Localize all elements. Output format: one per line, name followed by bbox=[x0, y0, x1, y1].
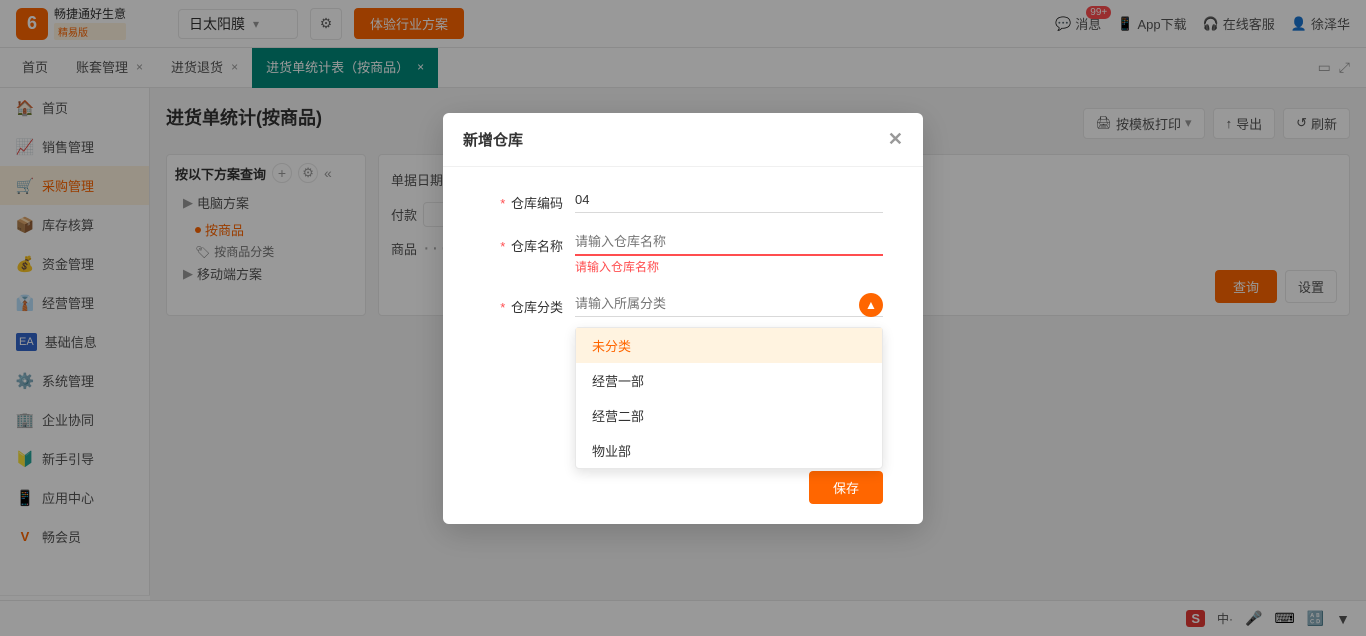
category-dropdown-toggle[interactable]: ▲ bbox=[859, 293, 883, 317]
dropdown-item-property-dept[interactable]: 物业部 bbox=[576, 433, 882, 468]
warehouse-code-label: * 仓库编码 bbox=[483, 187, 563, 212]
category-dropdown: 未分类 经营一部 经营二部 物业部 bbox=[575, 327, 883, 469]
warehouse-name-input[interactable] bbox=[575, 229, 883, 256]
warehouse-code-input[interactable] bbox=[575, 187, 883, 213]
modal-body: * 仓库编码 * 仓库名称 请输入仓库名称 * bbox=[443, 167, 923, 343]
dropdown-item-uncategorized[interactable]: 未分类 bbox=[576, 328, 882, 363]
operations-dept-1-label: 经营一部 bbox=[592, 374, 644, 389]
warehouse-category-row: * 仓库分类 ▲ 未分类 经营一部 经营二部 bbox=[483, 291, 883, 317]
save-button[interactable]: 保存 bbox=[809, 471, 883, 504]
modal-footer: 保存 bbox=[443, 463, 923, 504]
warehouse-name-label: * 仓库名称 bbox=[483, 230, 563, 255]
warehouse-code-row: * 仓库编码 bbox=[483, 187, 883, 213]
warehouse-category-select-area: ▲ bbox=[575, 291, 883, 317]
modal-close-btn[interactable]: ✕ bbox=[888, 129, 903, 150]
modal-overlay[interactable]: 新增仓库 ✕ * 仓库编码 * 仓库名称 bbox=[0, 0, 1366, 636]
operations-dept-2-label: 经营二部 bbox=[592, 409, 644, 424]
warehouse-category-label: * 仓库分类 bbox=[483, 291, 563, 316]
warehouse-name-input-row: * 仓库名称 bbox=[483, 229, 883, 256]
uncategorized-label: 未分类 bbox=[592, 339, 631, 354]
warehouse-name-row: * 仓库名称 请输入仓库名称 bbox=[483, 229, 883, 275]
dropdown-item-operations-dept-1[interactable]: 经营一部 bbox=[576, 363, 882, 398]
warehouse-category-input[interactable] bbox=[575, 291, 883, 316]
modal-header: 新增仓库 ✕ bbox=[443, 113, 923, 167]
modal-title: 新增仓库 bbox=[463, 129, 523, 150]
property-dept-label: 物业部 bbox=[592, 444, 631, 459]
new-warehouse-modal: 新增仓库 ✕ * 仓库编码 * 仓库名称 bbox=[443, 113, 923, 524]
dropdown-item-operations-dept-2[interactable]: 经营二部 bbox=[576, 398, 882, 433]
warehouse-name-error: 请输入仓库名称 bbox=[575, 258, 659, 275]
